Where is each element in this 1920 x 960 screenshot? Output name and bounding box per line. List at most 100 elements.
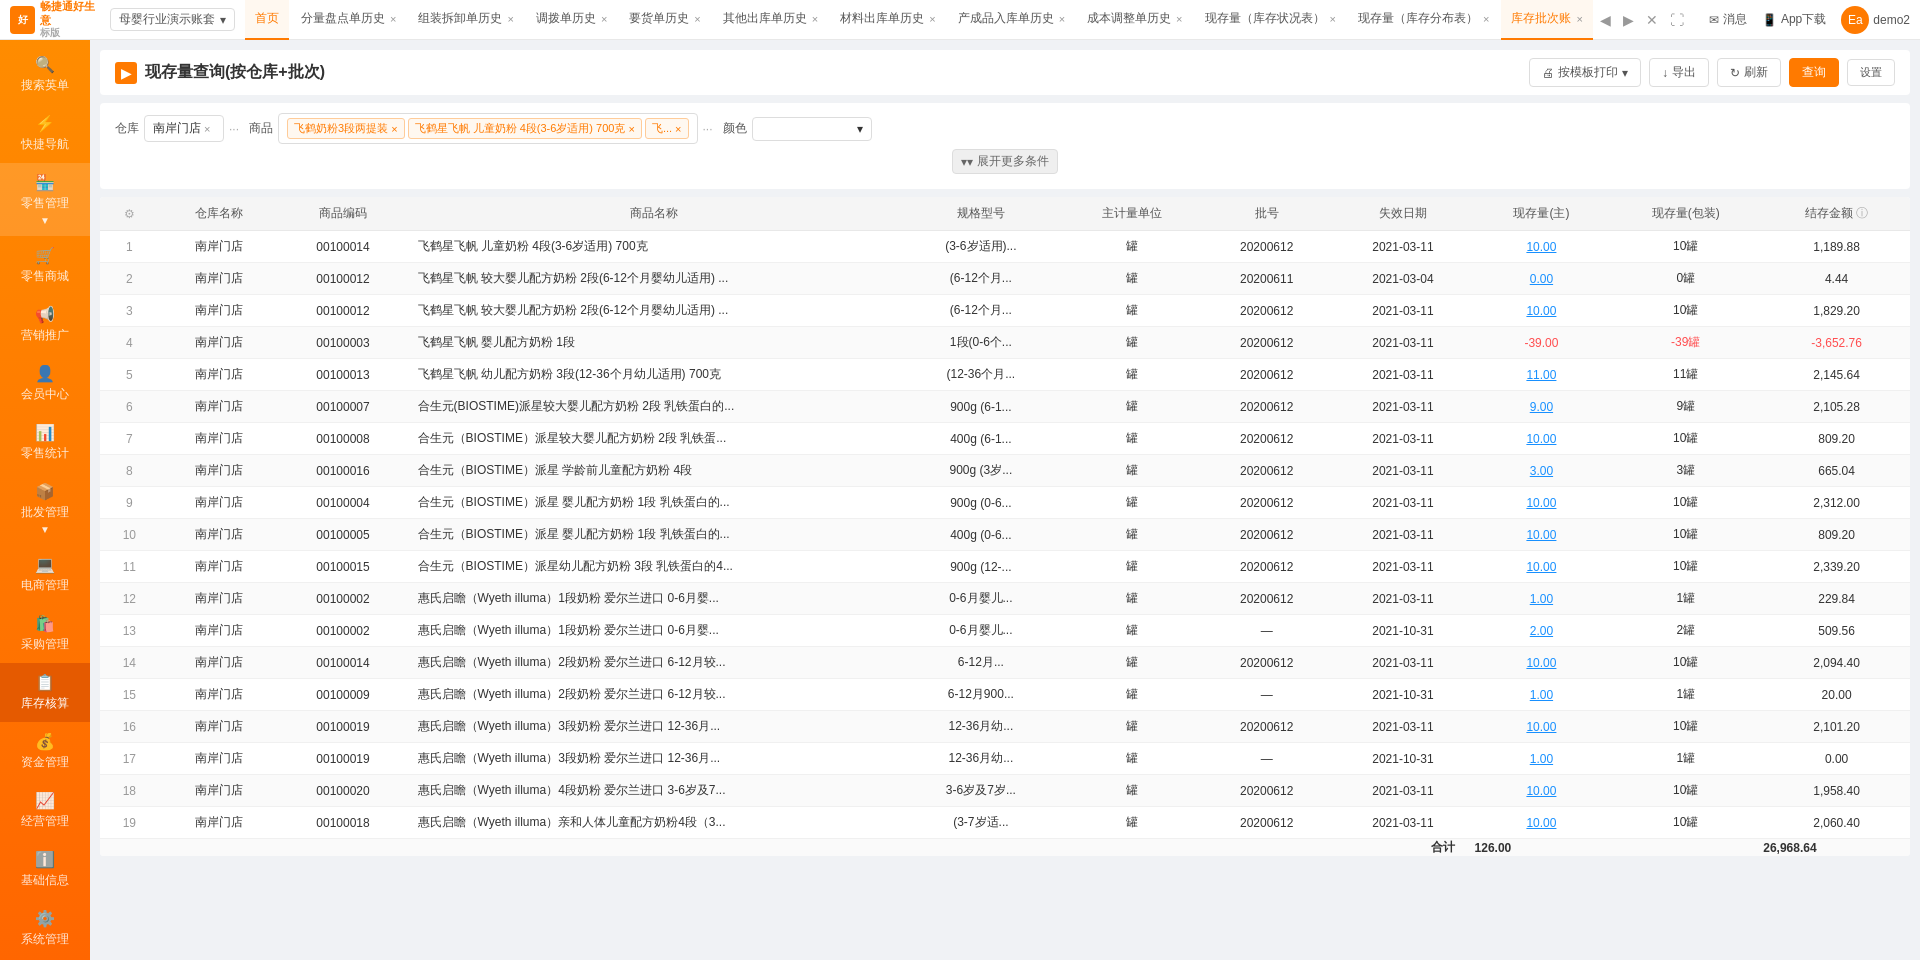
- sidebar-item-wholesale[interactable]: 📦 批发管理 ▼: [0, 472, 90, 545]
- row-batch: 20200612: [1202, 711, 1331, 743]
- row-qty[interactable]: 1.00: [1475, 743, 1609, 775]
- close-tag-icon[interactable]: ×: [204, 123, 210, 135]
- sidebar-item-member[interactable]: 👤 会员中心: [0, 354, 90, 413]
- col-info-icon[interactable]: ⓘ: [1856, 206, 1868, 220]
- row-expire: 2021-03-11: [1331, 391, 1474, 423]
- sidebar-item-retail-mgmt[interactable]: 🏪 零售管理 ▼: [0, 163, 90, 236]
- row-qty[interactable]: 10.00: [1475, 711, 1609, 743]
- tab-10[interactable]: 现存量（库存分布表）×: [1348, 0, 1499, 40]
- col-code: 商品编码: [278, 197, 407, 231]
- row-qty[interactable]: 10.00: [1475, 519, 1609, 551]
- tab-6[interactable]: 材料出库单历史×: [830, 0, 945, 40]
- remove-tag-2-btn[interactable]: ×: [675, 123, 681, 135]
- row-warehouse: 南岸门店: [159, 519, 279, 551]
- row-amount: 1,958.40: [1763, 775, 1910, 807]
- row-qty[interactable]: 2.00: [1475, 615, 1609, 647]
- expand-sidebar-btn[interactable]: ▶: [115, 62, 137, 84]
- product-input[interactable]: 飞鹤奶粉3段两提装 × 飞鹤星飞帆 儿童奶粉 4段(3-6岁适用) 700克 ×…: [278, 113, 697, 144]
- sidebar-item-operation[interactable]: 📈 经营管理: [0, 781, 90, 840]
- warehouse-input[interactable]: 南岸门店 ×: [144, 115, 224, 142]
- row-qty[interactable]: 10.00: [1475, 231, 1609, 263]
- tab-7[interactable]: 产成品入库单历史×: [948, 0, 1075, 40]
- row-spec: (12-36个月...: [900, 359, 1061, 391]
- product-tag-1[interactable]: 飞鹤星飞帆 儿童奶粉 4段(3-6岁适用) 700克 ×: [408, 118, 642, 139]
- tab-2[interactable]: 组装拆卸单历史×: [408, 0, 523, 40]
- row-qty[interactable]: 10.00: [1475, 775, 1609, 807]
- sidebar-item-retail-shop[interactable]: 🛒 零售商城: [0, 236, 90, 295]
- color-input[interactable]: ▾: [752, 117, 872, 141]
- row-qty[interactable]: 11.00: [1475, 359, 1609, 391]
- print-btn[interactable]: 🖨 按模板打印 ▾: [1529, 58, 1641, 87]
- product-tag-0[interactable]: 飞鹤奶粉3段两提装 ×: [287, 118, 405, 139]
- footer-empty: [1608, 839, 1763, 857]
- sidebar-item-basics[interactable]: ℹ️ 基础信息: [0, 840, 90, 899]
- sidebar-item-marketing[interactable]: 📢 营销推广: [0, 295, 90, 354]
- table-row: 14 南岸门店 00100014 惠氏启瞻（Wyeth illuma）2段奶粉 …: [100, 647, 1910, 679]
- tab-1[interactable]: 分量盘点单历史×: [291, 0, 406, 40]
- tab-next-btn[interactable]: ▶: [1618, 12, 1639, 28]
- tab-prev-btn[interactable]: ◀: [1595, 12, 1616, 28]
- sidebar-item-inventory[interactable]: 📋 库存核算: [0, 663, 90, 722]
- row-qty[interactable]: 10.00: [1475, 487, 1609, 519]
- sidebar-item-nav[interactable]: ⚡ 快捷导航: [0, 104, 90, 163]
- col-expire: 失效日期: [1331, 197, 1474, 231]
- tab-5[interactable]: 其他出库单历史×: [713, 0, 828, 40]
- row-qty[interactable]: 1.00: [1475, 583, 1609, 615]
- row-batch: 20200612: [1202, 647, 1331, 679]
- msg-btn[interactable]: ✉ 消息: [1709, 11, 1747, 28]
- row-qty[interactable]: 10.00: [1475, 295, 1609, 327]
- row-spec: (3-6岁适用)...: [900, 231, 1061, 263]
- row-spec: 0-6月婴儿...: [900, 615, 1061, 647]
- row-amount: 809.20: [1763, 519, 1910, 551]
- org-selector[interactable]: 母婴行业演示账套 ▾: [110, 8, 235, 31]
- app-download-btn[interactable]: 📱 App下载: [1762, 11, 1826, 28]
- tab-11[interactable]: 库存批次账×: [1501, 0, 1592, 40]
- row-name: 飞鹤星飞帆 幼儿配方奶粉 3段(12-36个月幼儿适用) 700克: [408, 359, 901, 391]
- expand-conditions-btn[interactable]: ▾▾ 展开更多条件: [952, 149, 1058, 174]
- row-qty[interactable]: 9.00: [1475, 391, 1609, 423]
- row-qty[interactable]: 10.00: [1475, 551, 1609, 583]
- tab-4[interactable]: 要货单历史×: [619, 0, 710, 40]
- export-btn[interactable]: ↓ 导出: [1649, 58, 1709, 87]
- query-btn[interactable]: 查询: [1789, 58, 1839, 87]
- warehouse-more[interactable]: ···: [229, 122, 239, 136]
- sidebar-item-finance[interactable]: 💰 资金管理: [0, 722, 90, 781]
- row-qty[interactable]: 10.00: [1475, 423, 1609, 455]
- logo-icon: 好: [10, 6, 35, 34]
- sidebar-item-ecommerce[interactable]: 💻 电商管理: [0, 545, 90, 604]
- content-area: ▶ 现存量查询(按仓库+批次) 🖨 按模板打印 ▾ ↓ 导出 ↻: [90, 40, 1920, 960]
- row-name: 合生元（BIOSTIME）派星 婴儿配方奶粉 1段 乳铁蛋白的...: [408, 487, 901, 519]
- setting-icon[interactable]: ⚙: [124, 207, 135, 221]
- row-qty[interactable]: 0.00: [1475, 263, 1609, 295]
- refresh-btn[interactable]: ↻ 刷新: [1717, 58, 1781, 87]
- user-menu[interactable]: Ea demo2: [1841, 6, 1910, 34]
- row-qty[interactable]: 10.00: [1475, 647, 1609, 679]
- table-row: 4 南岸门店 00100003 飞鹤星飞帆 婴儿配方奶粉 1段 1段(0-6个.…: [100, 327, 1910, 359]
- tab-8[interactable]: 成本调整单历史×: [1077, 0, 1192, 40]
- sidebar-item-purchase[interactable]: 🛍️ 采购管理: [0, 604, 90, 663]
- table-scroll[interactable]: ⚙ 仓库名称 商品编码 商品名称 规格型号 主计量单位 批号 失效日期 现存量(…: [100, 197, 1910, 856]
- table-row: 16 南岸门店 00100019 惠氏启瞻（Wyeth illuma）3段奶粉 …: [100, 711, 1910, 743]
- sidebar-item-system[interactable]: ⚙️ 系统管理: [0, 899, 90, 958]
- tab-close-btn[interactable]: ✕: [1641, 12, 1663, 28]
- row-code: 00100019: [278, 711, 407, 743]
- row-spec: (3-7岁适...: [900, 807, 1061, 839]
- row-qty[interactable]: 3.00: [1475, 455, 1609, 487]
- sidebar: 🔍 搜索英单 ⚡ 快捷导航 🏪 零售管理 ▼ 🛒 零售商城 📢 营销推广 👤 会…: [0, 40, 90, 960]
- row-qty[interactable]: 10.00: [1475, 807, 1609, 839]
- settings-btn[interactable]: 设置: [1847, 59, 1895, 86]
- product-tag-2[interactable]: 飞... ×: [645, 118, 689, 139]
- tab-9[interactable]: 现存量（库存状况表）×: [1195, 0, 1346, 40]
- tab-0[interactable]: 首页: [245, 0, 289, 40]
- row-qty[interactable]: 1.00: [1475, 679, 1609, 711]
- row-warehouse: 南岸门店: [159, 455, 279, 487]
- product-more[interactable]: ···: [703, 122, 713, 136]
- remove-tag-1-btn[interactable]: ×: [628, 123, 634, 135]
- tab-expand-btn[interactable]: ⛶: [1665, 12, 1689, 28]
- sidebar-item-search[interactable]: 🔍 搜索英单: [0, 45, 90, 104]
- sidebar-item-retail-stats[interactable]: 📊 零售统计: [0, 413, 90, 472]
- remove-tag-0-btn[interactable]: ×: [391, 123, 397, 135]
- tab-3[interactable]: 调拨单历史×: [526, 0, 617, 40]
- row-spec: 900g (3岁...: [900, 455, 1061, 487]
- row-name: 惠氏启瞻（Wyeth illuma）亲和人体儿童配方奶粉4段（3...: [408, 807, 901, 839]
